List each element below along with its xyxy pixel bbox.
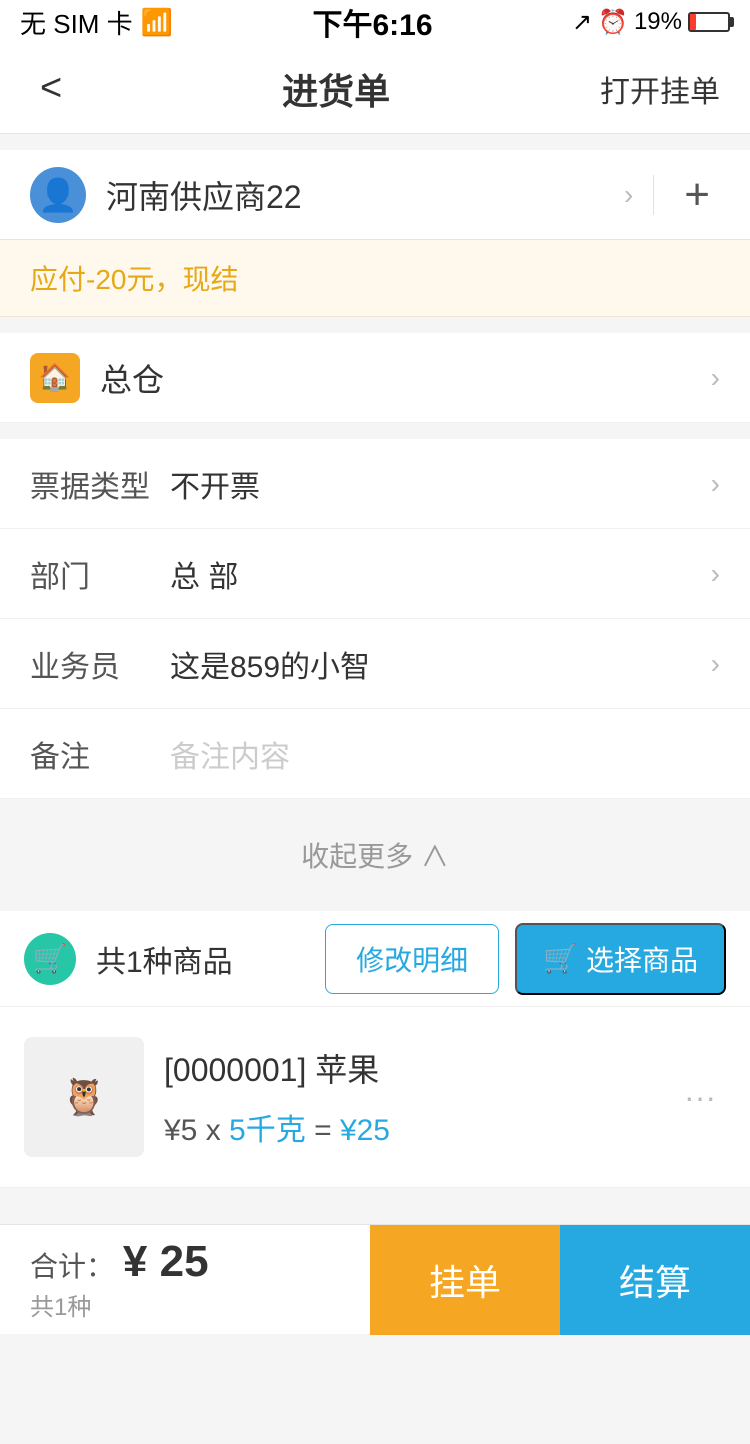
supplier-name: 河南供应商22 [106, 172, 614, 218]
add-button[interactable]: + [674, 170, 720, 220]
status-carrier: 无 SIM 卡 📶 [20, 4, 173, 41]
price-quantity: 5千克 [229, 1114, 306, 1147]
department-label: 部门 [30, 552, 150, 596]
supplier-row[interactable]: 👤 河南供应商22 › + [0, 150, 750, 240]
warehouse-row[interactable]: 🏠 总仓 › [0, 333, 750, 423]
warehouse-section: 🏠 总仓 › [0, 333, 750, 423]
invoice-type-row[interactable]: 票据类型 不开票 › [0, 439, 750, 529]
price-base: ¥5 x [164, 1114, 229, 1147]
location-icon: ↗ [572, 8, 592, 37]
chevron-right-icon: › [711, 648, 720, 680]
warehouse-name: 总仓 [100, 355, 701, 401]
price-equals: = [314, 1114, 340, 1147]
total-row: 合计： ¥ 25 [30, 1237, 340, 1287]
invoice-type-label: 票据类型 [30, 462, 150, 506]
warehouse-icon: 🏠 [30, 353, 80, 403]
remark-row[interactable]: 备注 备注内容 [0, 709, 750, 799]
product-name: [0000001] 苹果 [164, 1045, 674, 1091]
status-bar: 无 SIM 卡 📶 下午6:16 ↗ ⏰ 19% [0, 0, 750, 44]
product-count-text: 共1种商品 [96, 937, 325, 981]
invoice-type-value: 不开票 [150, 462, 701, 506]
product-thumbnail: 🦉 [24, 1037, 144, 1157]
products-header: 🛒 共1种商品 修改明细 🛒 选择商品 [0, 911, 750, 1007]
open-pending-button[interactable]: 打开挂单 [600, 67, 720, 111]
chevron-right-icon: › [624, 179, 633, 211]
product-more-button[interactable]: ··· [674, 1079, 726, 1116]
department-row[interactable]: 部门 总 部 › [0, 529, 750, 619]
total-count: 共1种 [30, 1287, 340, 1322]
salesperson-value: 这是859的小智 [150, 642, 701, 686]
checkout-button[interactable]: 结算 [560, 1225, 750, 1335]
form-section: 票据类型 不开票 › 部门 总 部 › 业务员 这是859的小智 › 备注 备注… [0, 439, 750, 799]
back-button[interactable]: < [30, 57, 72, 120]
status-time: 下午6:16 [312, 0, 432, 44]
remark-label: 备注 [30, 732, 150, 776]
chevron-right-icon: › [711, 468, 720, 500]
cart-icon: 🛒 [543, 942, 578, 975]
salesperson-row[interactable]: 业务员 这是859的小智 › [0, 619, 750, 709]
product-item: 🦉 [0000001] 苹果 ¥5 x 5千克 = ¥25 ··· [0, 1007, 750, 1188]
chevron-right-icon: › [711, 558, 720, 590]
divider [653, 175, 654, 215]
supplier-section: 👤 河南供应商22 › + 应付-20元，现结 [0, 150, 750, 317]
battery-icon [688, 12, 730, 32]
collapse-label: 收起更多 ∧ [301, 835, 449, 875]
edit-details-button[interactable]: 修改明细 [325, 924, 499, 994]
remark-placeholder: 备注内容 [150, 732, 720, 776]
product-info: [0000001] 苹果 ¥5 x 5千克 = ¥25 [164, 1045, 674, 1149]
page-title: 进货单 [282, 63, 390, 115]
total-section: 合计： ¥ 25 共1种 [0, 1237, 370, 1322]
department-value: 总 部 [150, 552, 701, 596]
total-amount: ¥ 25 [123, 1237, 209, 1286]
total-label: 合计： [30, 1251, 114, 1282]
alarm-icon: ⏰ [598, 8, 628, 37]
bottom-bar: 合计： ¥ 25 共1种 挂单 结算 [0, 1224, 750, 1334]
hang-order-button[interactable]: 挂单 [370, 1225, 560, 1335]
supplier-avatar: 👤 [30, 167, 86, 223]
salesperson-label: 业务员 [30, 642, 150, 686]
status-right: ↗ ⏰ 19% [572, 8, 730, 37]
collapse-row[interactable]: 收起更多 ∧ [0, 815, 750, 895]
product-price: ¥5 x 5千克 = ¥25 [164, 1105, 674, 1149]
price-total: ¥25 [340, 1114, 390, 1147]
supplier-alert: 应付-20元，现结 [0, 240, 750, 317]
product-count-icon: 🛒 [24, 933, 76, 985]
nav-bar: < 进货单 打开挂单 [0, 44, 750, 134]
select-product-button[interactable]: 🛒 选择商品 [515, 923, 726, 995]
chevron-right-icon: › [711, 362, 720, 394]
products-section: 🛒 共1种商品 修改明细 🛒 选择商品 🦉 [0000001] 苹果 ¥5 x … [0, 911, 750, 1188]
